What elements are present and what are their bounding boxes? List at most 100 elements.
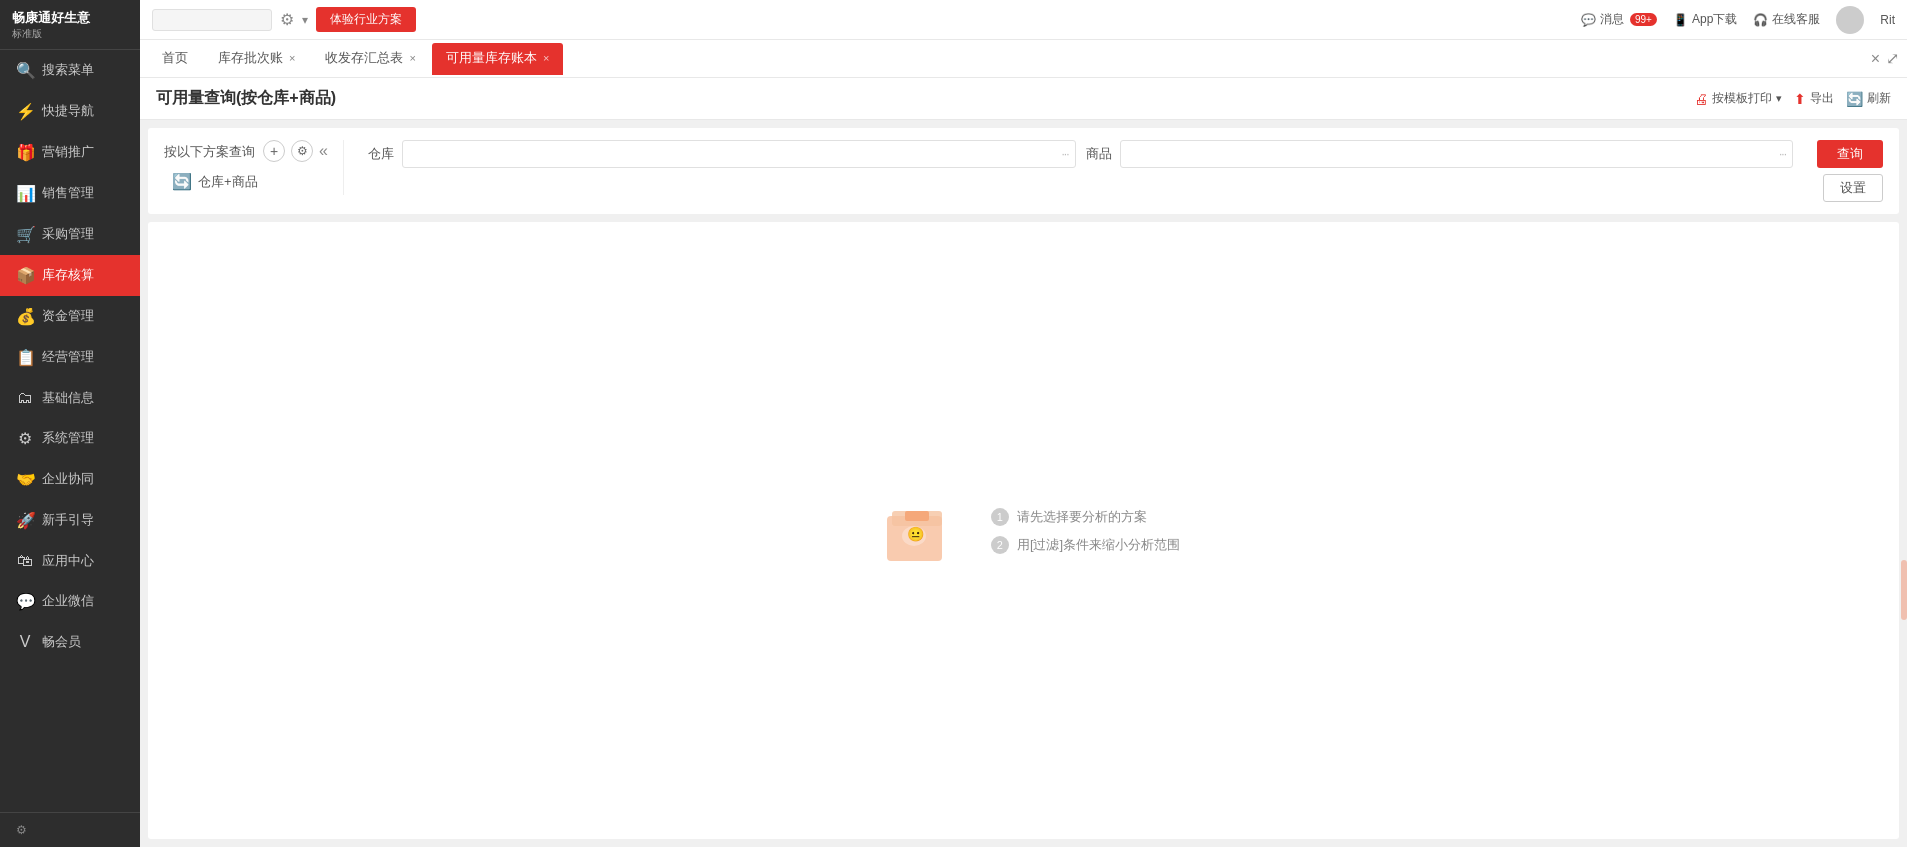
sidebar-item-label-sales: 销售管理 [42,184,94,202]
tab-close-available-stock[interactable]: × [543,52,549,64]
query-button[interactable]: 查询 [1817,140,1883,168]
tab-home[interactable]: 首页 [148,43,202,75]
svg-text:😐: 😐 [907,526,925,543]
marketing-icon: 🎁 [16,143,34,162]
sidebar-item-appstore[interactable]: 🛍应用中心 [0,541,140,581]
sidebar-scroll: 🔍 搜索菜单 ⚡快捷导航 🎁 营销推广 📊 销售管理 🛒 采购管理 📦 库存核算 💰 资金管理 📋 经营管理… [0,50,140,812]
sidebar-item-basic[interactable]: 🗂基础信息 [0,378,140,418]
sidebar-item-label-member: 畅会员 [42,633,81,651]
message-item[interactable]: 💬 消息 99+ [1581,11,1657,28]
right-scrollbar[interactable] [1901,560,1907,620]
tab-inventory-summary[interactable]: 收发存汇总表 × [311,43,429,75]
tab-label-inventory-summary: 收发存汇总表 [325,49,403,67]
service-item[interactable]: 🎧 在线客服 [1753,11,1820,28]
gear-icon[interactable]: ⚙ [280,10,294,29]
operation-icon: 📋 [16,348,34,367]
tab-available-stock[interactable]: 可用量库存账本× [432,43,563,75]
newbie-icon: 🚀 [16,511,34,530]
sidebar-item-label-purchase: 采购管理 [42,225,94,243]
sidebar-item-newbie[interactable]: 🚀 新手引导 [0,500,140,541]
close-window-button[interactable]: × [1871,50,1880,68]
inventory-icon: 📦 [16,266,34,285]
sales-icon: 📊 [16,184,34,203]
tab-close-inventory-summary[interactable]: × [409,52,415,64]
print-dropdown-icon[interactable]: ▾ [1776,92,1782,105]
tab-label-home: 首页 [162,49,188,67]
goods-field: 商品 ··· [1086,140,1794,168]
goods-label: 商品 [1086,145,1112,163]
tab-batch-account[interactable]: 库存批次账× [204,43,309,75]
tab-bar: 首页库存批次账×收发存汇总表×可用量库存账本× × ⤢ [140,40,1907,78]
sidebar-item-label-system: 系统管理 [42,429,94,447]
app-download-item[interactable]: 📱 App下载 [1673,11,1737,28]
sidebar-item-label-capital: 资金管理 [42,307,94,325]
message-label: 消息 [1600,11,1624,28]
print-action[interactable]: 🖨 按模板打印 ▾ [1694,90,1782,107]
sidebar-item-system[interactable]: ⚙ 系统管理 [0,418,140,459]
scheme-item-warehouse-goods[interactable]: 🔄 仓库+商品 [164,168,331,195]
sidebar-item-capital[interactable]: 💰 资金管理 [0,296,140,337]
collapse-button[interactable]: « [319,142,328,160]
sidebar-item-operation[interactable]: 📋 经营管理 [0,337,140,378]
dropdown-icon[interactable]: ▾ [302,13,308,27]
filter-label: 按以下方案查询 [164,141,255,161]
filter-scheme-section: 按以下方案查询 + ⚙ « 🔄 仓库+商品 [164,140,344,195]
sidebar-item-inventory[interactable]: 📦 库存核算 [0,255,140,296]
sidebar-item-shortcut[interactable]: ⚡快捷导航 [0,91,140,132]
industry-solution-button[interactable]: 体验行业方案 [316,7,416,32]
warehouse-more-icon[interactable]: ··· [1061,147,1068,161]
app-label: App下载 [1692,11,1737,28]
settings-button[interactable]: 设置 [1823,174,1883,202]
add-scheme-button[interactable]: + [263,140,285,162]
sidebar-item-label-newbie: 新手引导 [42,511,94,529]
avatar [1836,6,1864,34]
expand-window-button[interactable]: ⤢ [1886,49,1899,68]
page-header: 可用量查询(按仓库+商品) 🖨 按模板打印 ▾ ⬆ 导出 🔄 刷新 [140,78,1907,120]
system-icon: ⚙ [16,429,34,448]
goods-more-icon[interactable]: ··· [1779,147,1786,161]
phone-icon: 📱 [1673,13,1688,27]
hint-text-1: 请先选择要分析的方案 [1017,508,1147,526]
hint-number-1: 1 [991,508,1009,526]
sidebar: 畅康通好生意 标准版 🔍 搜索菜单 ⚡快捷导航 🎁 营销推广 📊 销售管理 🛒 采购管理 📦 库存核… [0,0,140,847]
sidebar-item-label-marketing: 营销推广 [42,143,94,161]
enterprise-icon: 🤝 [16,470,34,489]
sidebar-item-label-search: 搜索菜单 [42,61,94,79]
brand-name: 畅康通好生意 [12,10,128,27]
hint-number-2: 2 [991,536,1009,554]
sidebar-item-sales[interactable]: 📊 销售管理 [0,173,140,214]
goods-input[interactable]: ··· [1120,140,1794,168]
capital-icon: 💰 [16,307,34,326]
warehouse-input[interactable]: ··· [402,140,1076,168]
sidebar-item-enterprise[interactable]: 🤝企业协同 [0,459,140,500]
sidebar-item-purchase[interactable]: 🛒 采购管理 [0,214,140,255]
sidebar-item-wechat[interactable]: 💬企业微信 [0,581,140,622]
export-label: 导出 [1810,90,1834,107]
tab-close-batch-account[interactable]: × [289,52,295,64]
scheme-settings-button[interactable]: ⚙ [291,140,313,162]
sidebar-item-label-operation: 经营管理 [42,348,94,366]
username: Rit [1880,13,1895,27]
empty-illustration: 😐 [867,481,967,581]
sidebar-item-label-appstore: 应用中心 [42,552,94,570]
filter-row: 按以下方案查询 + ⚙ « 🔄 仓库+商品 [164,140,1883,202]
sidebar-item-search[interactable]: 🔍 搜索菜单 [0,50,140,91]
sidebar-item-member[interactable]: V畅会员 [0,622,140,662]
service-label: 在线客服 [1772,11,1820,28]
export-icon: ⬆ [1794,91,1806,107]
sidebar-logo: 畅康通好生意 标准版 [0,0,140,50]
settings-icon: ⚙ [16,823,27,837]
export-action[interactable]: ⬆ 导出 [1794,90,1834,107]
topbar: ⚙ ▾ 体验行业方案 💬 消息 99+ 📱 App下载 🎧 在线客服 Rit [140,0,1907,40]
sidebar-item-label-inventory: 库存核算 [42,266,94,284]
print-label: 按模板打印 [1712,90,1772,107]
topbar-right: 💬 消息 99+ 📱 App下载 🎧 在线客服 Rit [1581,6,1895,34]
tabs-right: × ⤢ [1871,49,1899,68]
sidebar-item-marketing[interactable]: 🎁 营销推广 [0,132,140,173]
purchase-icon: 🛒 [16,225,34,244]
main-area: ⚙ ▾ 体验行业方案 💬 消息 99+ 📱 App下载 🎧 在线客服 Rit 首… [140,0,1907,847]
search-icon: 🔍 [16,61,34,80]
refresh-action[interactable]: 🔄 刷新 [1846,90,1891,107]
scheme-icon: 🔄 [172,172,192,191]
search-input[interactable] [152,9,272,31]
